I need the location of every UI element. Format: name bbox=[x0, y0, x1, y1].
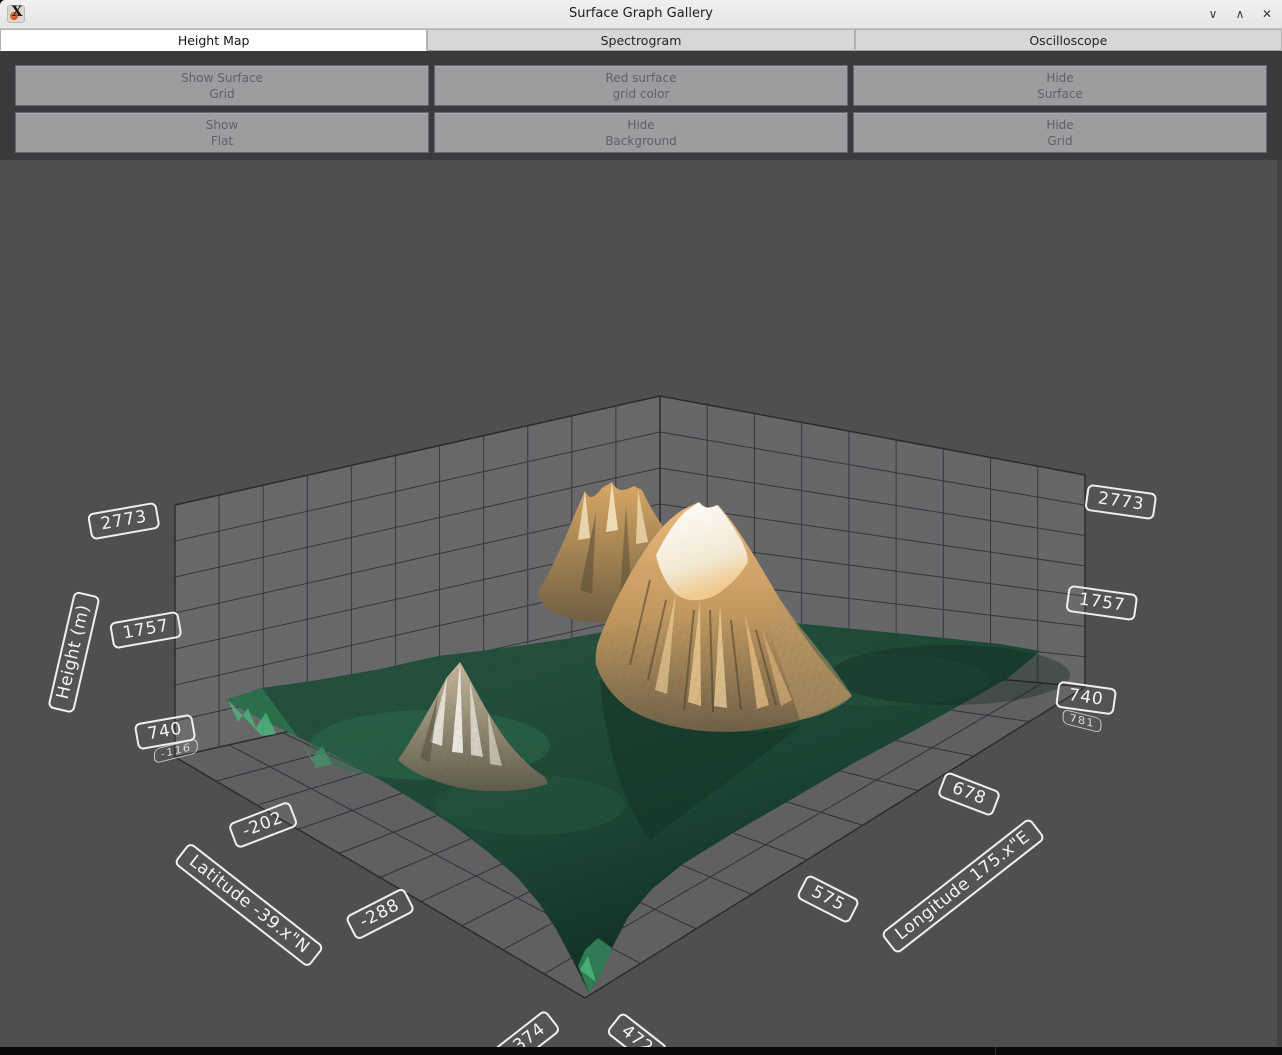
surface-3d-view[interactable]: Height (m) 2773 1757 -116 740 2773 1757 … bbox=[0, 160, 1282, 1047]
hide-surface-button[interactable]: HideSurface bbox=[853, 65, 1267, 106]
close-button[interactable]: ✕ bbox=[1258, 4, 1276, 24]
bottom-bar-divider bbox=[995, 1047, 996, 1055]
toolbar: Show SurfaceGrid Red surfacegrid color H… bbox=[0, 51, 1282, 153]
show-surface-grid-button[interactable]: Show SurfaceGrid bbox=[15, 65, 429, 106]
surface-grid-color-button[interactable]: Red surfacegrid color bbox=[434, 65, 848, 106]
show-flat-button[interactable]: ShowFlat bbox=[15, 112, 429, 153]
tab-height-map[interactable]: Height Map bbox=[0, 29, 427, 51]
titlebar: X Surface Graph Gallery ∨ ∧ ✕ bbox=[0, 0, 1282, 29]
canvas-right-edge bbox=[1277, 160, 1282, 1047]
tab-spectrogram[interactable]: Spectrogram bbox=[427, 29, 854, 51]
minimize-button[interactable]: ∨ bbox=[1204, 4, 1222, 24]
hide-background-button[interactable]: HideBackground bbox=[434, 112, 848, 153]
window-controls: ∨ ∧ ✕ bbox=[1204, 0, 1276, 28]
bottom-bar bbox=[0, 1047, 1282, 1055]
maximize-button[interactable]: ∧ bbox=[1231, 4, 1249, 24]
window-title: Surface Graph Gallery bbox=[0, 0, 1282, 28]
hide-grid-button[interactable]: HideGrid bbox=[853, 112, 1267, 153]
app-window: X Surface Graph Gallery ∨ ∧ ✕ Height Map… bbox=[0, 0, 1282, 1055]
tab-oscilloscope[interactable]: Oscilloscope bbox=[855, 29, 1282, 51]
tab-bar: Height Map Spectrogram Oscilloscope bbox=[0, 29, 1282, 51]
